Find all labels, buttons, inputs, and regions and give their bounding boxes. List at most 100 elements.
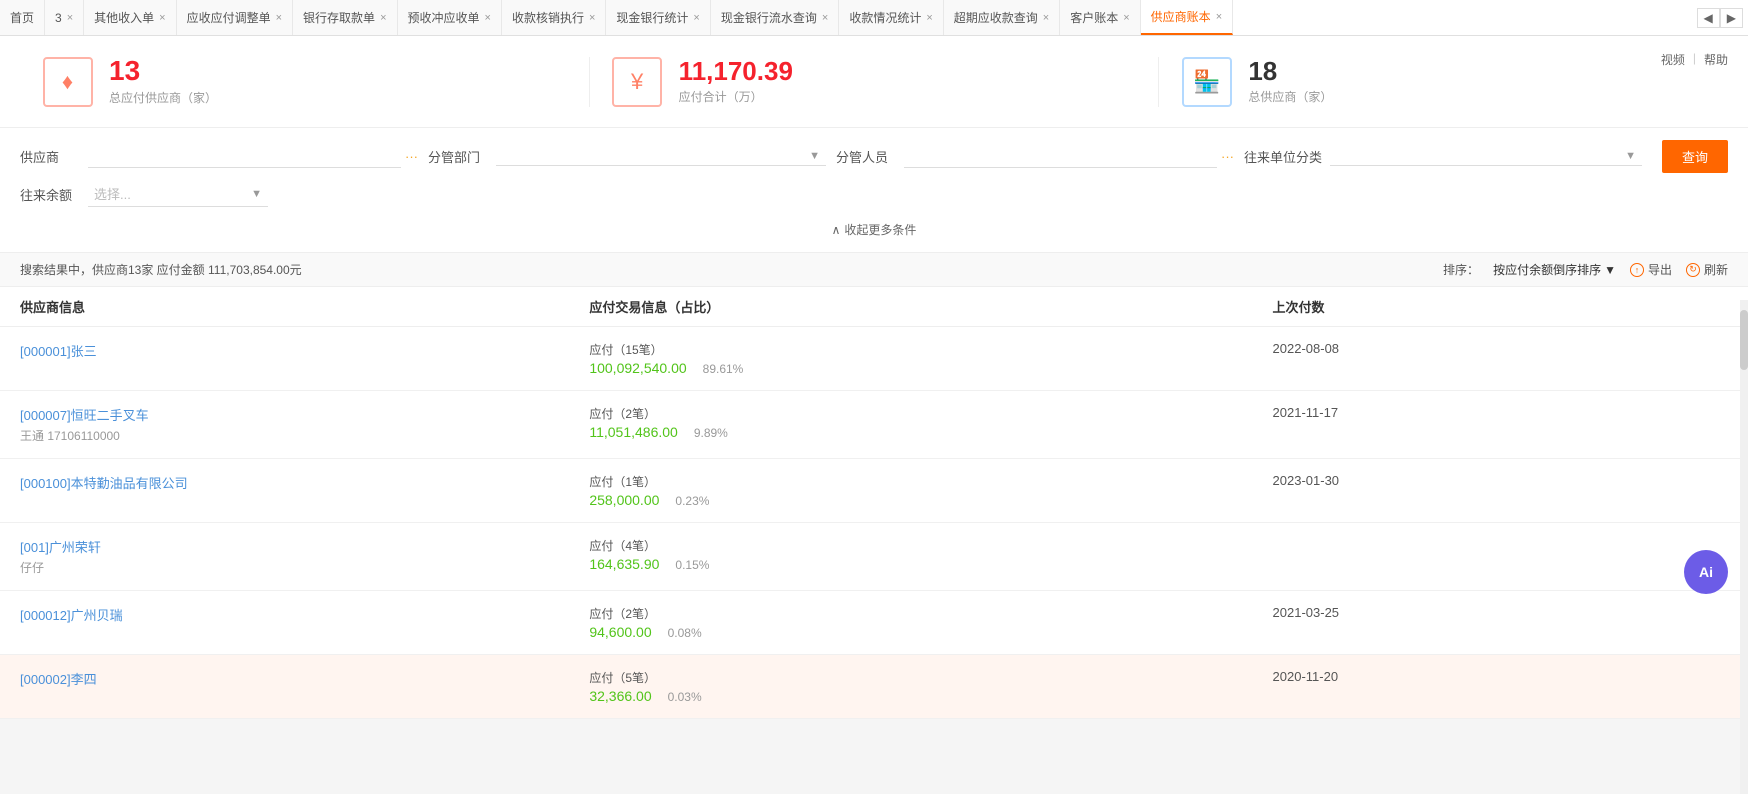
col-header-transaction: 应付交易信息（占比）	[589, 297, 1272, 316]
nav-tab-t3-close[interactable]: ×	[67, 12, 73, 24]
nav-tab-ap-adjust-close[interactable]: ×	[276, 12, 282, 24]
category-chevron-icon: ▼	[1625, 150, 1636, 162]
lastpay-date-3: 2023-01-30	[1273, 473, 1340, 488]
total-suppliers-value: 18	[1248, 58, 1332, 84]
dept-filter-label: 分管部门	[428, 147, 488, 166]
nav-arrow-right[interactable]: ▶	[1720, 8, 1743, 28]
nav-tab-customer-account-close[interactable]: ×	[1123, 12, 1129, 24]
table-row[interactable]: [001]广州荣轩 仔仔 应付（4笔） 164,635.90 0.15%	[0, 523, 1748, 591]
links-separator: |	[1693, 51, 1696, 68]
trans-pct-5: 0.08%	[668, 626, 702, 640]
results-summary-text: 搜索结果中，供应商13家 应付金额 111,703,854.00元	[20, 261, 302, 278]
search-button[interactable]: 查询	[1662, 140, 1728, 173]
table-row[interactable]: [000100]本特勤油品有限公司 应付（1笔） 258,000.00 0.23…	[0, 459, 1748, 523]
table-row[interactable]: [000012]广州贝瑞 应付（2笔） 94,600.00 0.08% 2021…	[0, 591, 1748, 655]
table-row[interactable]: [000007]恒旺二手叉车 王通 17106110000 应付（2笔） 11,…	[0, 391, 1748, 459]
top-right-links: 视频 | 帮助	[1661, 51, 1728, 68]
dept-filter-select[interactable]: ▼	[496, 147, 826, 166]
nav-tab-t3[interactable]: 3 ×	[45, 0, 84, 35]
supplier-info-3: [000100]本特勤油品有限公司	[20, 473, 589, 492]
nav-tab-other-income-close[interactable]: ×	[159, 12, 165, 24]
nav-tab-collect-stat[interactable]: 收款情况统计 ×	[839, 0, 943, 35]
summary-bar: ♦ 13 总应付供应商（家） ¥ 11,170.39 应付合计（万） 🏪 18 …	[0, 36, 1748, 128]
collapse-filter-button[interactable]: ∧ 收起更多条件	[20, 215, 1728, 244]
person-filter-input[interactable]	[904, 146, 1217, 168]
nav-tab-cash-bank-stat-label: 现金银行统计	[616, 9, 688, 26]
nav-tab-home[interactable]: 首页	[0, 0, 45, 35]
category-filter-select[interactable]: ▼	[1330, 147, 1642, 166]
export-button[interactable]: ↑ 导出	[1630, 261, 1672, 278]
nav-tab-t3-label: 3	[55, 11, 62, 25]
nav-tab-bank-deposit-close[interactable]: ×	[380, 12, 386, 24]
trans-amount-6: 32,366.00	[589, 688, 651, 704]
balance-filter-select[interactable]: 选择... ▼	[88, 181, 268, 207]
nav-tab-customer-account[interactable]: 客户账本 ×	[1060, 0, 1140, 35]
lastpay-date-1: 2022-08-08	[1273, 341, 1340, 356]
nav-tab-collect-stat-close[interactable]: ×	[926, 12, 932, 24]
supplier-info-6: [000002]李四	[20, 669, 589, 688]
nav-tab-collect-verify-close[interactable]: ×	[589, 12, 595, 24]
total-payable-amount-label: 应付合计（万）	[679, 88, 793, 105]
results-bar: 搜索结果中，供应商13家 应付金额 111,703,854.00元 排序： 按应…	[0, 253, 1748, 287]
supplier-link-2[interactable]: [000007]恒旺二手叉车	[20, 408, 149, 423]
supplier-link-3[interactable]: [000100]本特勤油品有限公司	[20, 476, 188, 491]
scrollbar-track[interactable]	[1740, 300, 1748, 794]
col-header-supplier: 供应商信息	[20, 297, 589, 316]
supplier-link-4[interactable]: [001]广州荣轩	[20, 540, 101, 555]
sort-select[interactable]: 按应付余额倒序排序 ▼	[1493, 261, 1616, 278]
lastpay-5: 2021-03-25	[1273, 605, 1728, 620]
lastpay-6: 2020-11-20	[1273, 669, 1728, 684]
nav-tab-advance-collect[interactable]: 预收冲应收单 ×	[398, 0, 502, 35]
filter-supplier: 供应商 ···	[20, 146, 418, 168]
nav-tab-cash-bank-stat[interactable]: 现金银行统计 ×	[606, 0, 710, 35]
trans-label-5: 应付（2笔）	[589, 607, 656, 621]
supplier-link-6[interactable]: [000002]李四	[20, 672, 97, 687]
nav-tab-cash-bank-flow-label: 现金银行流水查询	[721, 9, 817, 26]
trans-amount-4: 164,635.90	[589, 556, 659, 572]
nav-tab-cash-bank-stat-close[interactable]: ×	[693, 12, 699, 24]
filter-dept: 分管部门 ▼	[428, 147, 826, 166]
supplier-link-5[interactable]: [000012]广州贝瑞	[20, 608, 123, 623]
nav-tab-supplier-account-close[interactable]: ×	[1216, 11, 1222, 23]
scrollbar-thumb[interactable]	[1740, 310, 1748, 370]
transaction-info-5: 应付（2笔） 94,600.00 0.08%	[589, 605, 1272, 640]
person-filter-label: 分管人员	[836, 147, 896, 166]
supplier-info-5: [000012]广州贝瑞	[20, 605, 589, 624]
supplier-sub-2: 王通 17106110000	[20, 427, 589, 444]
nav-tab-advance-collect-close[interactable]: ×	[485, 12, 491, 24]
nav-tab-overdue-query-close[interactable]: ×	[1043, 12, 1049, 24]
trans-label-1: 应付（15笔）	[589, 343, 662, 357]
supplier-filter-dots[interactable]: ···	[405, 149, 418, 164]
nav-tab-collect-verify[interactable]: 收款核销执行 ×	[502, 0, 606, 35]
supplier-info-4: [001]广州荣轩 仔仔	[20, 537, 589, 576]
table-row[interactable]: [000001]张三 应付（15笔） 100,092,540.00 89.61%…	[0, 327, 1748, 391]
nav-tab-advance-collect-label: 预收冲应收单	[408, 9, 480, 26]
collapse-up-icon: ∧	[832, 223, 841, 237]
summary-total-suppliers: 🏪 18 总供应商（家）	[1159, 46, 1728, 117]
lastpay-date-5: 2021-03-25	[1273, 605, 1340, 620]
money-icon: ¥	[610, 54, 665, 109]
trans-label-6: 应付（5笔）	[589, 671, 656, 685]
trans-label-2: 应付（2笔）	[589, 407, 656, 421]
supplier-filter-label: 供应商	[20, 147, 80, 166]
refresh-button[interactable]: ↻ 刷新	[1686, 261, 1728, 278]
nav-arrow-left[interactable]: ◀	[1697, 8, 1720, 28]
help-link[interactable]: 帮助	[1704, 51, 1728, 68]
table-row[interactable]: [000002]李四 应付（5笔） 32,366.00 0.03% 2020-1…	[0, 655, 1748, 719]
video-link[interactable]: 视频	[1661, 51, 1685, 68]
nav-tab-ap-adjust[interactable]: 应收应付调整单 ×	[177, 0, 293, 35]
nav-tab-supplier-account[interactable]: 供应商账本 ×	[1141, 0, 1233, 35]
sort-label: 排序：	[1443, 261, 1479, 278]
supplier-filter-input[interactable]	[88, 146, 401, 168]
filter-category: 往来单位分类 ▼	[1244, 147, 1642, 166]
nav-tab-overdue-query[interactable]: 超期应收款查询 ×	[944, 0, 1060, 35]
supplier-link-1[interactable]: [000001]张三	[20, 344, 97, 359]
nav-tab-cash-bank-flow-close[interactable]: ×	[822, 12, 828, 24]
nav-tab-other-income[interactable]: 其他收入单 ×	[84, 0, 176, 35]
total-payable-suppliers-label: 总应付供应商（家）	[109, 89, 217, 106]
nav-tab-bank-deposit[interactable]: 银行存取款单 ×	[293, 0, 397, 35]
filter-balance: 往来余额 选择... ▼	[20, 181, 1718, 207]
ai-badge[interactable]: Ai	[1684, 550, 1728, 594]
person-filter-dots[interactable]: ···	[1221, 149, 1234, 164]
nav-tab-cash-bank-flow[interactable]: 现金银行流水查询 ×	[711, 0, 839, 35]
